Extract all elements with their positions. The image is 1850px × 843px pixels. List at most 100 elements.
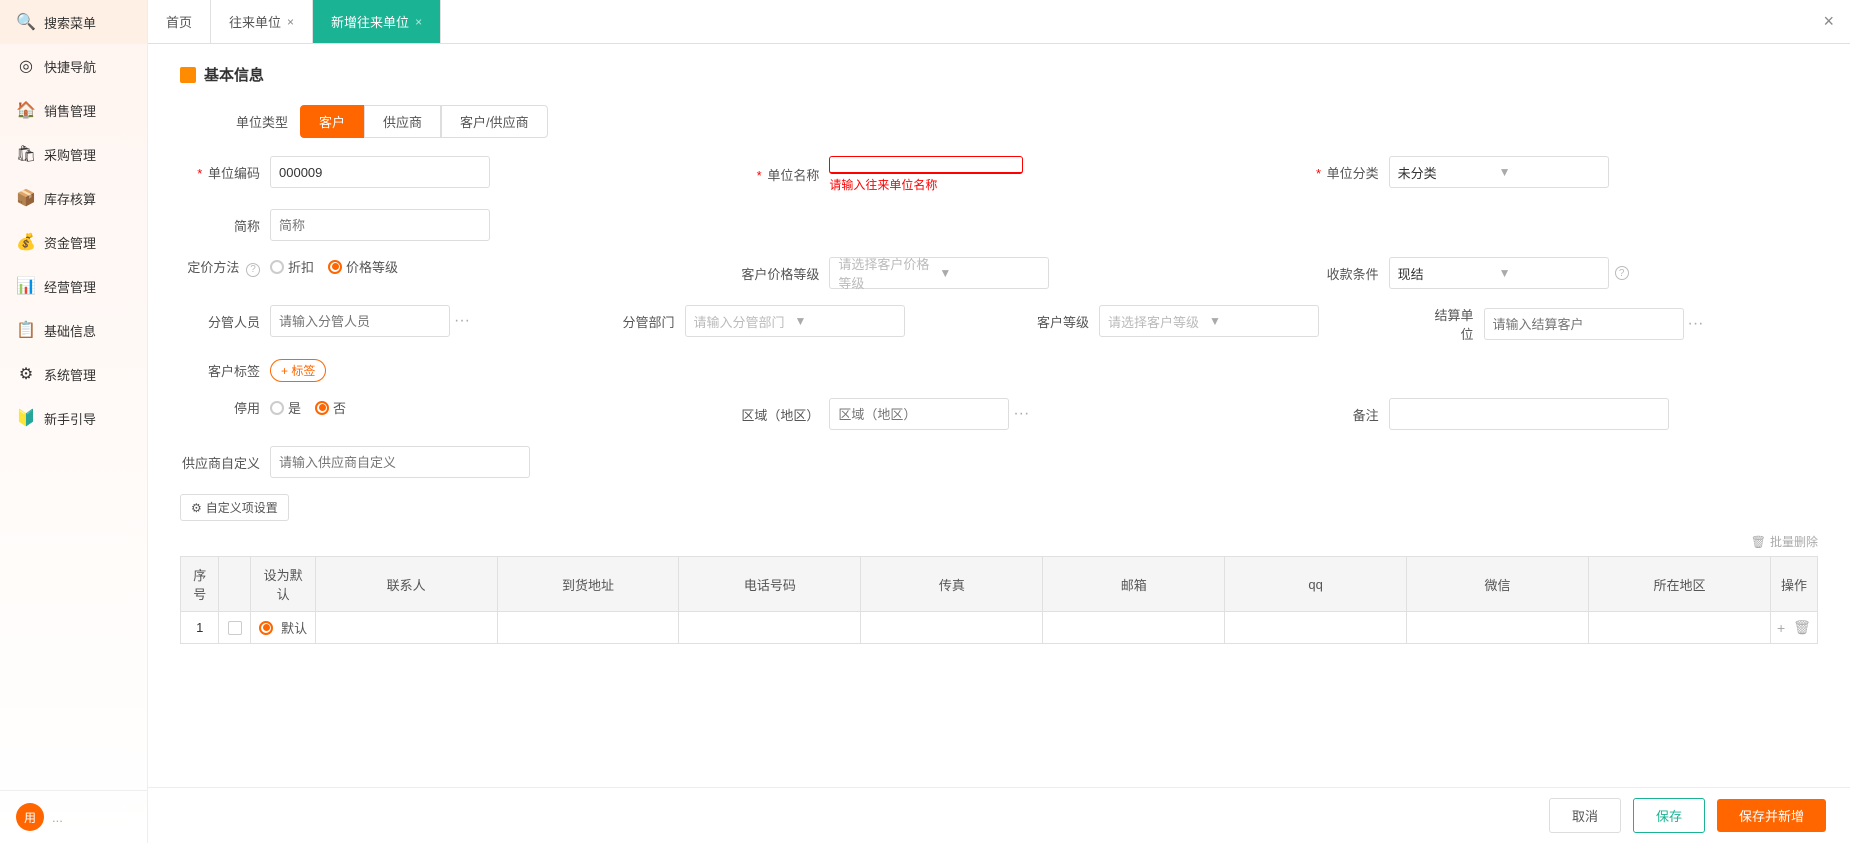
email-input[interactable] bbox=[1049, 620, 1218, 635]
save-button[interactable]: 保存 bbox=[1633, 798, 1705, 833]
pricing-discount-circle bbox=[270, 260, 284, 274]
cell-qq[interactable] bbox=[1225, 612, 1407, 644]
cell-contact[interactable] bbox=[315, 612, 497, 644]
customer-tag-field: 客户标签 + 标签 bbox=[180, 359, 1818, 382]
manager-label: 分管人员 bbox=[180, 312, 270, 331]
unit-type-row: 单位类型 客户 供应商 客户/供应商 bbox=[180, 105, 1818, 138]
cancel-button[interactable]: 取消 bbox=[1549, 798, 1621, 833]
department-select[interactable]: 请输入分管部门 ▼ bbox=[685, 305, 905, 337]
contact-input[interactable] bbox=[322, 620, 491, 635]
purchase-icon: 🛍 bbox=[16, 144, 36, 164]
customer-level-placeholder: 请选择客户等级 bbox=[1108, 312, 1209, 331]
row-short-name: 简称 bbox=[180, 209, 1818, 241]
payment-terms-select[interactable]: 现结 ▼ bbox=[1389, 257, 1609, 289]
unit-type-both-button[interactable]: 客户/供应商 bbox=[441, 105, 548, 138]
contact-table: 序号 设为默认 联系人 到货地址 电话号码 传真 邮箱 qq 微信 所在地区 操… bbox=[180, 556, 1818, 644]
sidebar-label-operations: 经营管理 bbox=[44, 277, 96, 296]
unit-code-input[interactable] bbox=[270, 156, 490, 188]
row-checkbox[interactable] bbox=[228, 621, 242, 635]
unit-type-customer-button[interactable]: 客户 bbox=[300, 105, 364, 138]
unit-code-required-star: * bbox=[197, 166, 202, 181]
unit-category-select[interactable]: 未分类 ▼ bbox=[1389, 156, 1609, 188]
qq-input[interactable] bbox=[1231, 620, 1400, 635]
payment-terms-help-icon[interactable]: ? bbox=[1615, 266, 1629, 280]
sidebar-item-operations[interactable]: 📊 经营管理 bbox=[0, 264, 147, 308]
settlement-unit-input[interactable] bbox=[1484, 308, 1684, 340]
fax-input[interactable] bbox=[867, 620, 1036, 635]
sidebar-label-purchase: 采购管理 bbox=[44, 145, 96, 164]
unit-name-label: * 单位名称 bbox=[739, 165, 829, 184]
section-icon bbox=[180, 67, 196, 83]
address-input[interactable] bbox=[504, 620, 673, 635]
supplier-custom-label: 供应商自定义 bbox=[180, 453, 270, 472]
tab-new-partner-close[interactable]: × bbox=[415, 15, 422, 29]
region-ellipsis-button[interactable]: ··· bbox=[1009, 405, 1033, 423]
manager-input[interactable] bbox=[270, 305, 450, 337]
cell-wechat[interactable] bbox=[1407, 612, 1589, 644]
pricing-level-option[interactable]: 价格等级 bbox=[328, 257, 398, 276]
sidebar-item-system[interactable]: ⚙ 系统管理 bbox=[0, 352, 147, 396]
region-input[interactable] bbox=[829, 398, 1009, 430]
default-radio[interactable]: 默认 bbox=[257, 618, 308, 637]
sidebar-item-guide[interactable]: 🔰 新手引导 bbox=[0, 396, 147, 440]
pricing-discount-option[interactable]: 折扣 bbox=[270, 257, 314, 276]
supplier-custom-input[interactable] bbox=[270, 446, 530, 478]
short-name-input[interactable] bbox=[270, 209, 490, 241]
tab-home-label: 首页 bbox=[166, 12, 192, 31]
cell-address[interactable] bbox=[497, 612, 679, 644]
add-row-button[interactable]: + bbox=[1777, 620, 1785, 636]
sidebar-label-basics: 基础信息 bbox=[44, 321, 96, 340]
add-tag-button[interactable]: + 标签 bbox=[270, 359, 326, 382]
tab-home[interactable]: 首页 bbox=[148, 0, 211, 43]
cell-phone[interactable] bbox=[679, 612, 861, 644]
cell-area[interactable] bbox=[1589, 612, 1771, 644]
remark-input[interactable] bbox=[1389, 398, 1669, 430]
cell-email[interactable] bbox=[1043, 612, 1225, 644]
sidebar-item-search[interactable]: 🔍 搜索菜单 bbox=[0, 0, 147, 44]
sidebar-item-inventory[interactable]: 📦 库存核算 bbox=[0, 176, 147, 220]
short-name-label: 简称 bbox=[180, 216, 270, 235]
payment-terms-arrow: ▼ bbox=[1499, 266, 1600, 280]
system-icon: ⚙ bbox=[16, 364, 36, 384]
disabled-yes-option[interactable]: 是 bbox=[270, 398, 301, 417]
sidebar-label-system: 系统管理 bbox=[44, 365, 96, 384]
unit-name-error: 请输入往来单位名称 bbox=[829, 176, 1023, 193]
phone-input[interactable] bbox=[685, 620, 854, 635]
sidebar-item-sales[interactable]: 🏠 销售管理 bbox=[0, 88, 147, 132]
disabled-label: 停用 bbox=[180, 398, 270, 417]
sidebar-item-finance[interactable]: 💰 资金管理 bbox=[0, 220, 147, 264]
customer-level-select[interactable]: 请选择客户等级 ▼ bbox=[1099, 305, 1319, 337]
col-qq: qq bbox=[1225, 557, 1407, 612]
main-content: 首页 往来单位 × 新增往来单位 × × 基本信息 单位类型 客户 供应商 客户… bbox=[148, 0, 1850, 843]
unit-name-input[interactable] bbox=[829, 156, 1023, 174]
unit-category-field: * 单位分类 未分类 ▼ bbox=[1299, 156, 1818, 188]
cell-checkbox[interactable] bbox=[219, 612, 251, 644]
unit-code-label: * 单位编码 bbox=[180, 163, 270, 182]
save-and-new-button[interactable]: 保存并新增 bbox=[1717, 799, 1826, 832]
global-close-button[interactable]: × bbox=[1823, 11, 1834, 32]
area-input[interactable] bbox=[1595, 620, 1764, 635]
customer-price-arrow: ▼ bbox=[939, 266, 1040, 280]
disabled-no-option[interactable]: 否 bbox=[315, 398, 346, 417]
tab-new-partner[interactable]: 新增往来单位 × bbox=[313, 0, 441, 43]
sidebar-item-purchase[interactable]: 🛍 采购管理 bbox=[0, 132, 147, 176]
cell-fax[interactable] bbox=[861, 612, 1043, 644]
remark-field: 备注 bbox=[1299, 398, 1818, 430]
unit-type-supplier-button[interactable]: 供应商 bbox=[364, 105, 441, 138]
batch-delete-button[interactable]: 🗑 批量删除 bbox=[1751, 533, 1818, 550]
sidebar-item-basics[interactable]: 📋 基础信息 bbox=[0, 308, 147, 352]
cell-default: 默认 bbox=[251, 612, 315, 644]
tab-partners[interactable]: 往来单位 × bbox=[211, 0, 313, 43]
sidebar-item-quick-nav[interactable]: ◎ 快捷导航 bbox=[0, 44, 147, 88]
custom-settings-button[interactable]: ⚙ 自定义项设置 bbox=[180, 494, 289, 521]
wechat-input[interactable] bbox=[1413, 620, 1582, 635]
manager-ellipsis-button[interactable]: ··· bbox=[450, 312, 474, 330]
pricing-method-help-icon[interactable]: ? bbox=[246, 263, 260, 277]
tab-partners-close[interactable]: × bbox=[287, 15, 294, 29]
customer-price-select[interactable]: 请选择客户价格等级 ▼ bbox=[829, 257, 1049, 289]
delete-row-button[interactable]: 🗑 bbox=[1793, 619, 1811, 636]
disabled-no-label: 否 bbox=[333, 398, 346, 417]
settlement-unit-ellipsis-button[interactable]: ··· bbox=[1684, 315, 1708, 333]
sidebar-footer-dots: ... bbox=[52, 810, 63, 825]
row-customer-tag: 客户标签 + 标签 bbox=[180, 359, 1818, 382]
